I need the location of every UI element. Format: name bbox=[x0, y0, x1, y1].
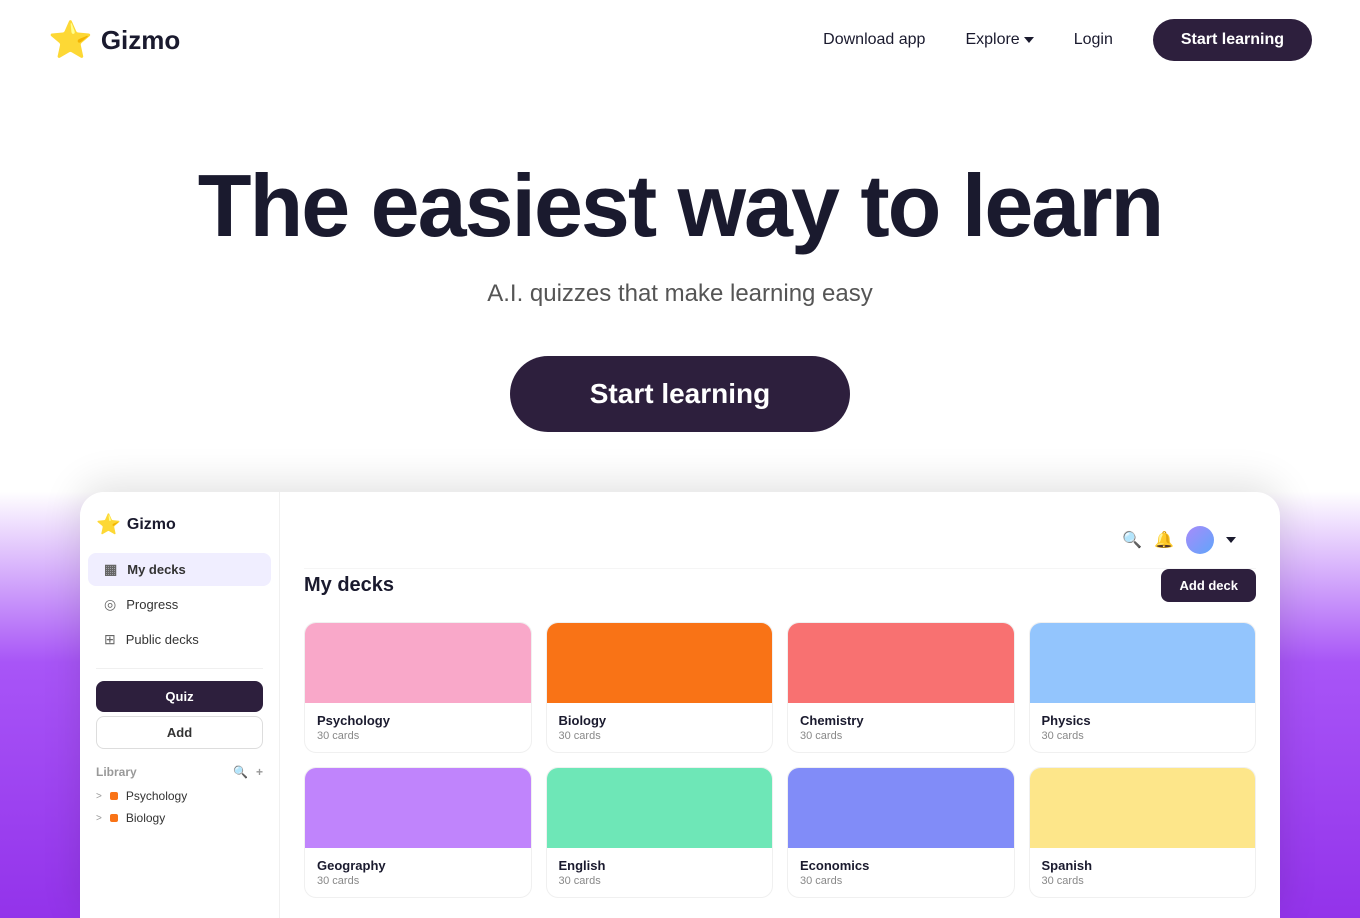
deck-card-name: Psychology bbox=[317, 713, 519, 728]
library-label: Library bbox=[96, 765, 137, 779]
main-nav: Download app Explore Login Start learnin… bbox=[823, 19, 1312, 61]
library-psychology-label: Psychology bbox=[126, 789, 187, 803]
hero-section: The easiest way to learn A.I. quizzes th… bbox=[0, 80, 1360, 492]
sidebar-progress-label: Progress bbox=[126, 597, 178, 612]
decks-icon: ▦ bbox=[104, 561, 117, 578]
add-library-icon[interactable]: + bbox=[256, 765, 263, 779]
sidebar-library-header: Library 🔍 + bbox=[80, 753, 279, 785]
app-search-icon[interactable]: 🔍 bbox=[1122, 530, 1142, 550]
sidebar-quiz-button[interactable]: Quiz bbox=[96, 681, 263, 712]
library-biology-label: Biology bbox=[126, 811, 165, 825]
deck-card-color-4 bbox=[305, 768, 531, 848]
logo-name: Gizmo bbox=[101, 25, 180, 56]
chevron-down-icon bbox=[1024, 37, 1034, 43]
library-item-psychology[interactable]: > Psychology bbox=[80, 785, 279, 807]
deck-card-count: 30 cards bbox=[800, 875, 1002, 887]
deck-card-color-5 bbox=[547, 768, 773, 848]
progress-icon: ◎ bbox=[104, 596, 116, 613]
deck-card-count: 30 cards bbox=[317, 875, 519, 887]
sidebar-divider bbox=[96, 668, 263, 669]
sidebar-logo: ⭐ Gizmo bbox=[80, 512, 279, 553]
logo-star-icon: ⭐ bbox=[48, 19, 93, 61]
sidebar-mydecks-label: My decks bbox=[127, 562, 186, 577]
start-learning-header-button[interactable]: Start learning bbox=[1153, 19, 1312, 61]
deck-card-color-7 bbox=[1030, 768, 1256, 848]
deck-card-count: 30 cards bbox=[559, 875, 761, 887]
deck-card-name: Chemistry bbox=[800, 713, 1002, 728]
site-header: ⭐ Gizmo Download app Explore Login Start… bbox=[0, 0, 1360, 80]
deck-card[interactable]: Geography 30 cards bbox=[304, 767, 532, 898]
deck-card-name: English bbox=[559, 858, 761, 873]
deck-card[interactable]: Psychology 30 cards bbox=[304, 622, 532, 753]
arrow-icon: > bbox=[96, 791, 102, 802]
deck-card-count: 30 cards bbox=[1042, 730, 1244, 742]
start-learning-hero-button[interactable]: Start learning bbox=[510, 356, 850, 432]
arrow-icon: > bbox=[96, 813, 102, 824]
biology-dot bbox=[110, 814, 118, 822]
sidebar-logo-name: Gizmo bbox=[127, 516, 176, 534]
deck-card-name: Biology bbox=[559, 713, 761, 728]
hero-title: The easiest way to learn bbox=[48, 160, 1312, 252]
add-deck-button[interactable]: Add deck bbox=[1161, 569, 1256, 602]
deck-card-name: Geography bbox=[317, 858, 519, 873]
publicdecks-icon: ⊞ bbox=[104, 631, 116, 648]
hero-subtitle: A.I. quizzes that make learning easy bbox=[48, 280, 1312, 308]
deck-card-count: 30 cards bbox=[317, 730, 519, 742]
deck-card-name: Economics bbox=[800, 858, 1002, 873]
deck-card-color-1 bbox=[547, 623, 773, 703]
app-header-icons: 🔍 🔔 bbox=[1122, 526, 1236, 554]
main-header-row: My decks Add deck bbox=[304, 569, 1256, 602]
library-header-icons: 🔍 + bbox=[233, 765, 263, 779]
deck-card-color-2 bbox=[788, 623, 1014, 703]
app-preview-card: ⭐ Gizmo ▦ My decks ◎ Progress ⊞ Public d… bbox=[80, 492, 1280, 918]
deck-card-count: 30 cards bbox=[800, 730, 1002, 742]
avatar-chevron-icon bbox=[1226, 537, 1236, 543]
sidebar-add-button[interactable]: Add bbox=[96, 716, 263, 749]
app-main-content: 🔍 🔔 My decks Add deck Psychology 30 card… bbox=[280, 492, 1280, 918]
app-top-bar: 🔍 🔔 bbox=[304, 512, 1256, 569]
psychology-dot bbox=[110, 792, 118, 800]
deck-card[interactable]: English 30 cards bbox=[546, 767, 774, 898]
explore-link[interactable]: Explore bbox=[965, 31, 1033, 49]
deck-card[interactable]: Physics 30 cards bbox=[1029, 622, 1257, 753]
deck-card-color-0 bbox=[305, 623, 531, 703]
sidebar-item-publicdecks[interactable]: ⊞ Public decks bbox=[88, 623, 271, 656]
deck-card[interactable]: Biology 30 cards bbox=[546, 622, 774, 753]
search-icon[interactable]: 🔍 bbox=[233, 765, 248, 779]
avatar[interactable] bbox=[1186, 526, 1214, 554]
deck-card-name: Spanish bbox=[1042, 858, 1244, 873]
sidebar-star-icon: ⭐ bbox=[96, 512, 121, 537]
deck-grid: Psychology 30 cards Biology 30 cards Che… bbox=[304, 622, 1256, 898]
deck-card[interactable]: Chemistry 30 cards bbox=[787, 622, 1015, 753]
login-link[interactable]: Login bbox=[1074, 31, 1113, 49]
app-bell-icon[interactable]: 🔔 bbox=[1154, 530, 1174, 550]
deck-card-name: Physics bbox=[1042, 713, 1244, 728]
deck-card-count: 30 cards bbox=[1042, 875, 1244, 887]
sidebar-item-mydecks[interactable]: ▦ My decks bbox=[88, 553, 271, 586]
deck-card-color-6 bbox=[788, 768, 1014, 848]
deck-card[interactable]: Economics 30 cards bbox=[787, 767, 1015, 898]
main-section-title: My decks bbox=[304, 574, 394, 597]
app-sidebar: ⭐ Gizmo ▦ My decks ◎ Progress ⊞ Public d… bbox=[80, 492, 280, 918]
sidebar-publicdecks-label: Public decks bbox=[126, 632, 199, 647]
sidebar-item-progress[interactable]: ◎ Progress bbox=[88, 588, 271, 621]
deck-card-count: 30 cards bbox=[559, 730, 761, 742]
deck-card-color-3 bbox=[1030, 623, 1256, 703]
logo[interactable]: ⭐ Gizmo bbox=[48, 19, 180, 61]
app-preview-wrapper: ⭐ Gizmo ▦ My decks ◎ Progress ⊞ Public d… bbox=[0, 492, 1360, 918]
download-app-link[interactable]: Download app bbox=[823, 31, 925, 49]
library-item-biology[interactable]: > Biology bbox=[80, 807, 279, 829]
deck-card[interactable]: Spanish 30 cards bbox=[1029, 767, 1257, 898]
